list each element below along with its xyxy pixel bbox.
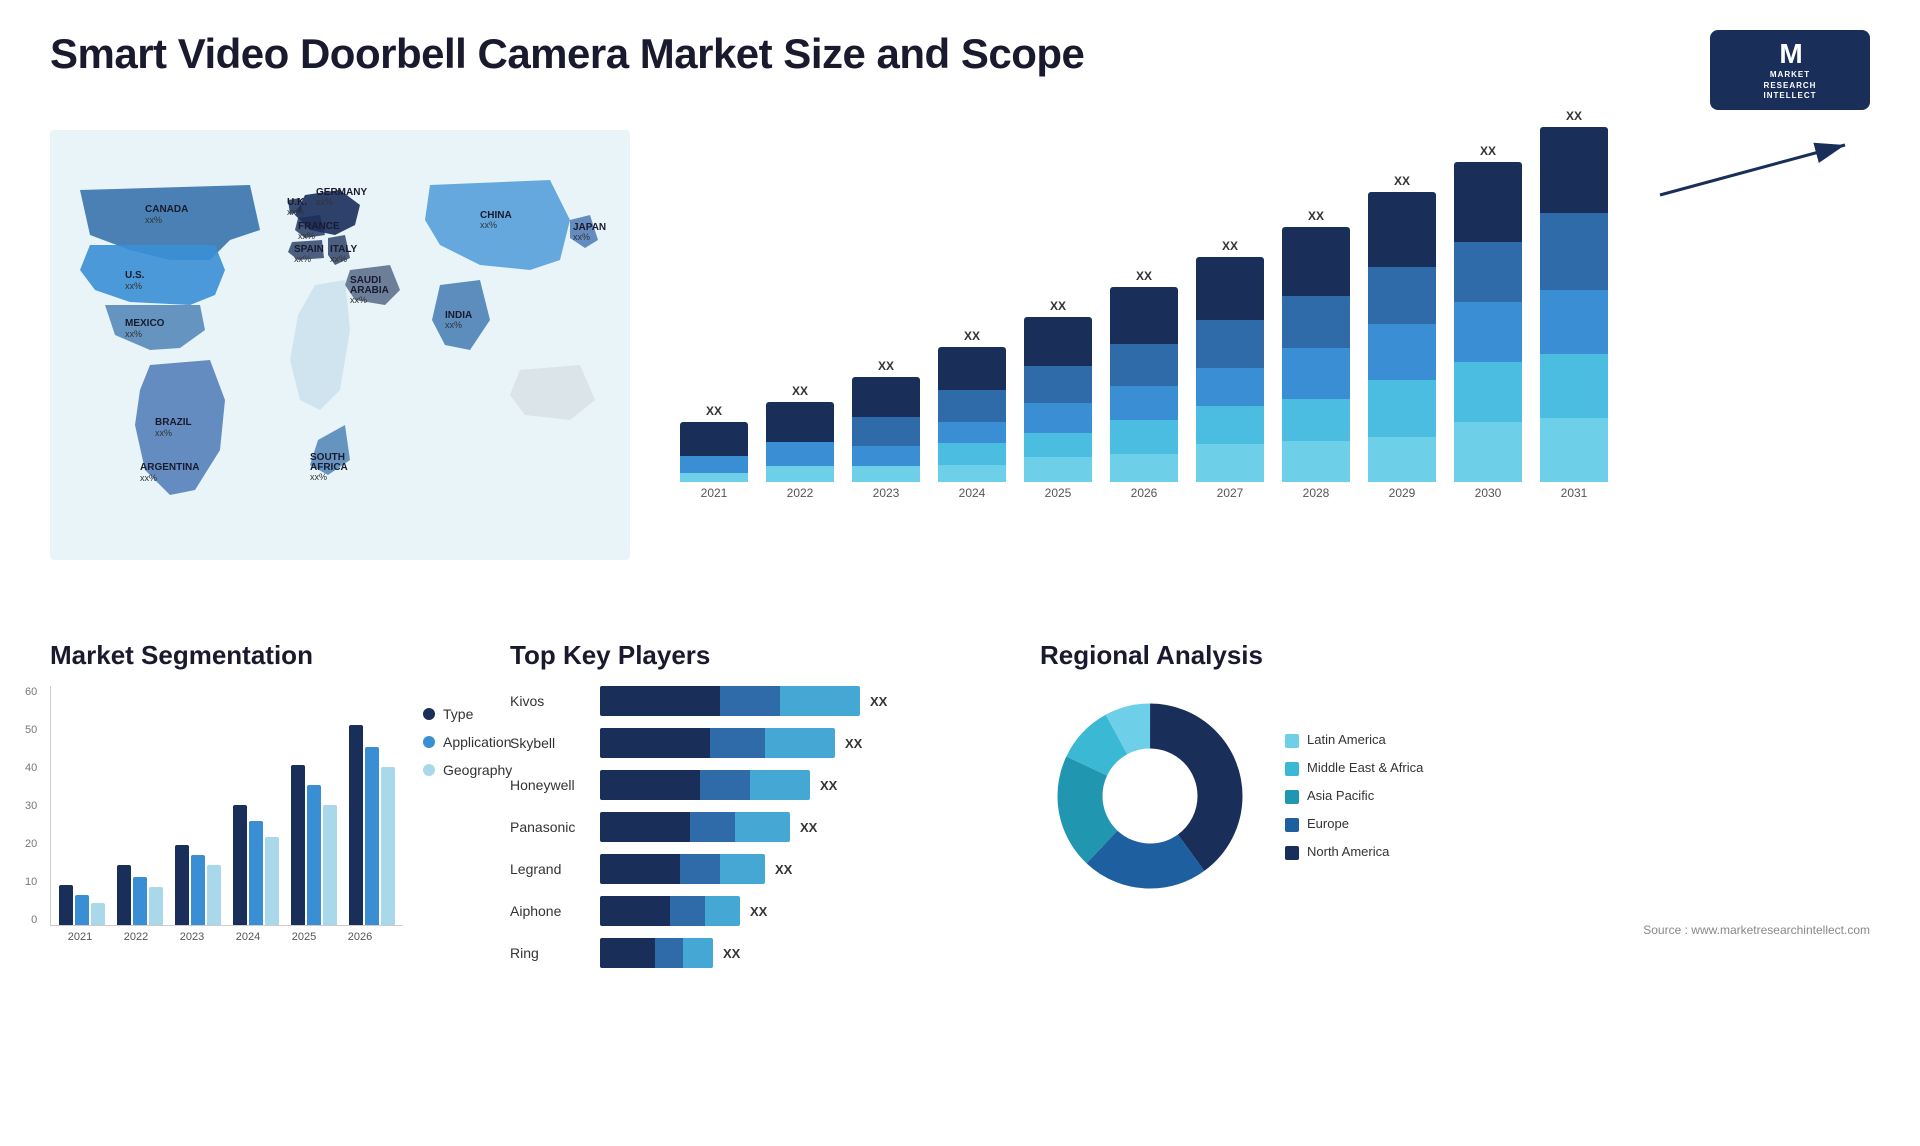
svg-text:MEXICO: MEXICO [125, 318, 165, 329]
seg-bar-2022 [117, 865, 163, 925]
player-row-honeywell: Honeywell XX [510, 770, 1010, 800]
svg-text:xx%: xx% [445, 320, 462, 330]
bar-2023: XX 2023 [852, 359, 920, 500]
legend-north-america: North America [1285, 844, 1423, 860]
logo-text: MARKET RESEARCH INTELLECT [1764, 70, 1817, 101]
svg-text:xx%: xx% [298, 231, 315, 241]
player-row-kivos: Kivos XX [510, 686, 1010, 716]
svg-text:U.S.: U.S. [125, 270, 145, 281]
regional-title: Regional Analysis [1040, 640, 1870, 671]
svg-text:xx%: xx% [140, 473, 157, 483]
player-row-legrand: Legrand XX [510, 854, 1010, 884]
segmentation-section: Market Segmentation 60 50 40 30 20 10 0 [50, 640, 480, 980]
key-players-section: Top Key Players Kivos XX Skybell [510, 640, 1010, 980]
svg-text:xx%: xx% [287, 207, 304, 217]
svg-text:xx%: xx% [294, 254, 311, 264]
player-row-ring: Ring XX [510, 938, 1010, 968]
logo: M MARKET RESEARCH INTELLECT [1710, 30, 1870, 110]
svg-text:xx%: xx% [145, 215, 162, 225]
svg-text:xx%: xx% [125, 281, 142, 291]
bar-2026: XX 2026 [1110, 269, 1178, 500]
bottom-grid: Market Segmentation 60 50 40 30 20 10 0 [50, 640, 1870, 980]
bar-chart-section: XX 2021 XX 2022 [650, 130, 1870, 620]
bar-2030: XX 2030 [1454, 144, 1522, 500]
player-row-skybell: Skybell XX [510, 728, 1010, 758]
legend-application: Application [423, 734, 512, 750]
svg-text:BRAZIL: BRAZIL [155, 417, 192, 428]
bar-2024: XX 2024 [938, 329, 1006, 500]
bar-2031: XX 2031 [1540, 109, 1608, 500]
segmentation-title: Market Segmentation [50, 640, 480, 671]
legend-asia-pacific: Asia Pacific [1285, 788, 1423, 804]
legend-latin-america: Latin America [1285, 732, 1423, 748]
regional-section: Regional Analysis [1040, 640, 1870, 980]
legend-geography: Geography [423, 762, 512, 778]
svg-text:xx%: xx% [480, 220, 497, 230]
svg-text:xx%: xx% [350, 295, 367, 305]
map-section: CANADA xx% U.S. xx% MEXICO xx% BRAZIL xx… [50, 130, 630, 620]
page-title: Smart Video Doorbell Camera Market Size … [50, 30, 1084, 78]
bar-2025: XX 2025 [1024, 299, 1092, 500]
key-players-title: Top Key Players [510, 640, 1010, 671]
svg-text:CANADA: CANADA [145, 204, 188, 215]
seg-bar-2021 [59, 885, 105, 925]
seg-legend: Type Application Geography [423, 686, 512, 948]
donut-chart [1040, 686, 1260, 906]
bar-2027: XX 2027 [1196, 239, 1264, 500]
bar-2028: XX 2028 [1282, 209, 1350, 500]
bar-2029: XX 2029 [1368, 174, 1436, 500]
regional-legend: Latin America Middle East & Africa Asia … [1285, 732, 1423, 860]
player-row-aiphone: Aiphone XX [510, 896, 1010, 926]
source-text: Source : www.marketresearchintellect.com [1040, 921, 1870, 939]
svg-text:xx%: xx% [316, 197, 333, 207]
svg-text:ARGENTINA: ARGENTINA [140, 462, 199, 473]
svg-text:xx%: xx% [330, 254, 347, 264]
bar-2022: XX 2022 [766, 384, 834, 500]
page-container: Smart Video Doorbell Camera Market Size … [0, 0, 1920, 1146]
seg-bar-2025 [291, 765, 337, 925]
world-map: CANADA xx% U.S. xx% MEXICO xx% BRAZIL xx… [50, 130, 630, 560]
seg-bar-2023 [175, 845, 221, 925]
header: Smart Video Doorbell Camera Market Size … [50, 30, 1870, 110]
svg-text:xx%: xx% [155, 428, 172, 438]
logo-letter: M [1779, 38, 1800, 70]
bar-2021: XX 2021 [680, 404, 748, 500]
svg-text:xx%: xx% [573, 232, 590, 242]
svg-text:xx%: xx% [125, 329, 142, 339]
seg-bar-2024 [233, 805, 279, 925]
legend-type: Type [423, 706, 512, 722]
player-row-panasonic: Panasonic XX [510, 812, 1010, 842]
seg-bar-2026 [349, 725, 395, 925]
legend-europe: Europe [1285, 816, 1423, 832]
legend-middle-east-africa: Middle East & Africa [1285, 760, 1423, 776]
top-grid: CANADA xx% U.S. xx% MEXICO xx% BRAZIL xx… [50, 130, 1870, 620]
svg-text:xx%: xx% [310, 472, 327, 482]
